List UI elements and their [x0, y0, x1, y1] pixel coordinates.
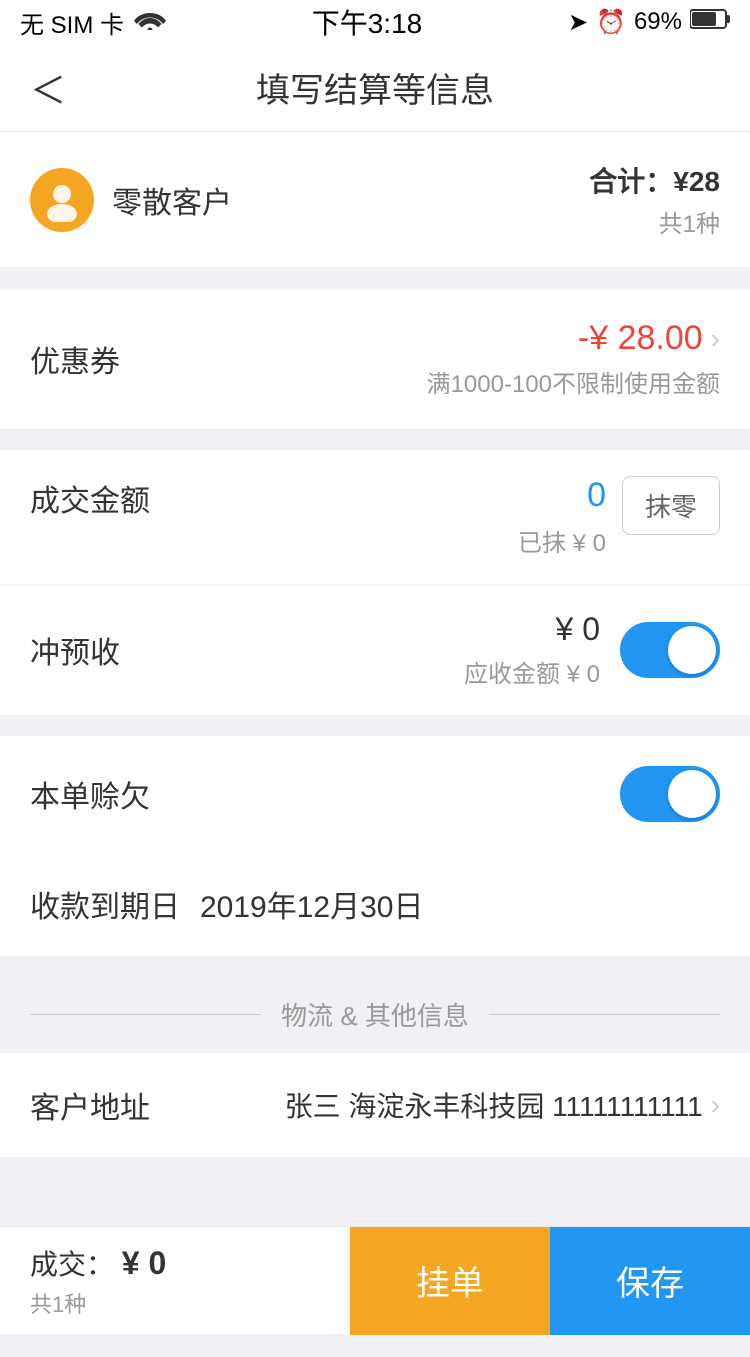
divider-2	[0, 430, 750, 450]
credit-row: 本单赊欠	[0, 736, 750, 852]
status-left: 无 SIM 卡	[20, 5, 166, 40]
location-icon: ➤	[568, 8, 588, 37]
round-zero-button[interactable]: 抹零	[622, 476, 720, 535]
back-button[interactable]: ＜	[30, 52, 86, 124]
prepay-values: ¥ 0 应收金额 ¥ 0	[464, 611, 600, 689]
status-bar: 无 SIM 卡 下午3:18 ➤ ⏰ 69%	[0, 0, 750, 44]
bottom-deal-row: 成交： ¥ 0	[30, 1243, 320, 1283]
credit-label: 本单赊欠	[30, 772, 150, 816]
no-sim-text: 无 SIM 卡	[20, 5, 124, 40]
prepay-label: 冲预收	[30, 628, 120, 672]
address-value: 张三 海淀永丰科技园 11111111111	[285, 1085, 703, 1125]
deal-amount-right: 0 已抹 ¥ 0 抹零	[518, 476, 720, 558]
divider-4	[0, 956, 750, 976]
total-count: 共1种	[589, 204, 720, 239]
deal-sub: 已抹 ¥ 0	[518, 523, 606, 558]
divider-3	[0, 716, 750, 736]
coupon-label: 优惠券	[30, 337, 120, 381]
customer-name: 零散客户	[112, 178, 232, 222]
divider-1	[0, 269, 750, 289]
avatar	[30, 168, 94, 232]
content: 零散客户 合计：¥28 共1种 优惠券 -¥ 28.00 › 满1000-100…	[0, 132, 750, 1357]
customer-row: 零散客户 合计：¥28 共1种	[0, 132, 750, 267]
prepay-row: 冲预收 ¥ 0 应收金额 ¥ 0	[0, 585, 750, 716]
status-right: ➤ ⏰ 69%	[568, 8, 730, 37]
bottom-count: 共1种	[30, 1287, 320, 1319]
deal-amount-row: 成交金额 0 已抹 ¥ 0 抹零	[0, 450, 750, 585]
coupon-right: -¥ 28.00 › 满1000-100不限制使用金额	[427, 319, 720, 399]
save-button[interactable]: 保存	[550, 1227, 750, 1335]
due-date-value: 2019年12月30日	[200, 882, 423, 926]
coupon-row[interactable]: 优惠券 -¥ 28.00 › 满1000-100不限制使用金额	[0, 289, 750, 430]
bottom-bar: 成交： ¥ 0 共1种 挂单 保存	[0, 1226, 750, 1334]
deal-value-col: 0 已抹 ¥ 0	[518, 476, 606, 558]
bottom-deal-label: 成交：	[30, 1249, 114, 1280]
address-right: 张三 海淀永丰科技园 11111111111 ›	[285, 1085, 720, 1125]
logistics-header: 物流 & 其他信息	[0, 976, 750, 1053]
prepay-receivable: 应收金额 ¥ 0	[464, 654, 600, 689]
status-time: 下午3:18	[312, 2, 423, 42]
total-amount: 合计：¥28	[589, 160, 720, 200]
chevron-right-icon: ›	[711, 323, 720, 355]
credit-toggle[interactable]	[620, 766, 720, 822]
due-date-row[interactable]: 收款到期日 2019年12月30日	[0, 852, 750, 956]
nav-bar: ＜ 填写结算等信息	[0, 44, 750, 132]
toggle-knob	[668, 626, 716, 674]
customer-left: 零散客户	[30, 168, 232, 232]
battery-icon	[690, 8, 730, 37]
alarm-icon: ⏰	[596, 8, 626, 37]
pending-button[interactable]: 挂单	[350, 1227, 550, 1335]
prepay-amount: ¥ 0	[464, 611, 600, 648]
deal-amount-label: 成交金额	[30, 476, 150, 520]
logistics-line-right	[489, 1014, 720, 1015]
battery-percent: 69%	[634, 8, 682, 36]
credit-toggle-knob	[668, 770, 716, 818]
logistics-text: 物流 & 其他信息	[281, 996, 469, 1033]
prepay-right: ¥ 0 应收金额 ¥ 0	[464, 611, 720, 689]
bottom-deal-amount: ¥ 0	[122, 1245, 166, 1281]
logistics-line-left	[30, 1014, 261, 1015]
page-title: 填写结算等信息	[256, 63, 494, 112]
coupon-value: -¥ 28.00	[578, 319, 703, 358]
bottom-info: 成交： ¥ 0 共1种	[0, 1243, 350, 1319]
due-date-label: 收款到期日	[30, 882, 180, 926]
customer-total: 合计：¥28 共1种	[589, 160, 720, 239]
address-row[interactable]: 客户地址 张三 海淀永丰科技园 11111111111 ›	[0, 1053, 750, 1157]
wifi-icon	[134, 8, 166, 37]
address-chevron-icon: ›	[711, 1089, 720, 1121]
coupon-sub: 满1000-100不限制使用金额	[427, 364, 720, 399]
deal-value: 0	[518, 476, 606, 515]
prepay-toggle[interactable]	[620, 622, 720, 678]
address-label: 客户地址	[30, 1083, 150, 1127]
